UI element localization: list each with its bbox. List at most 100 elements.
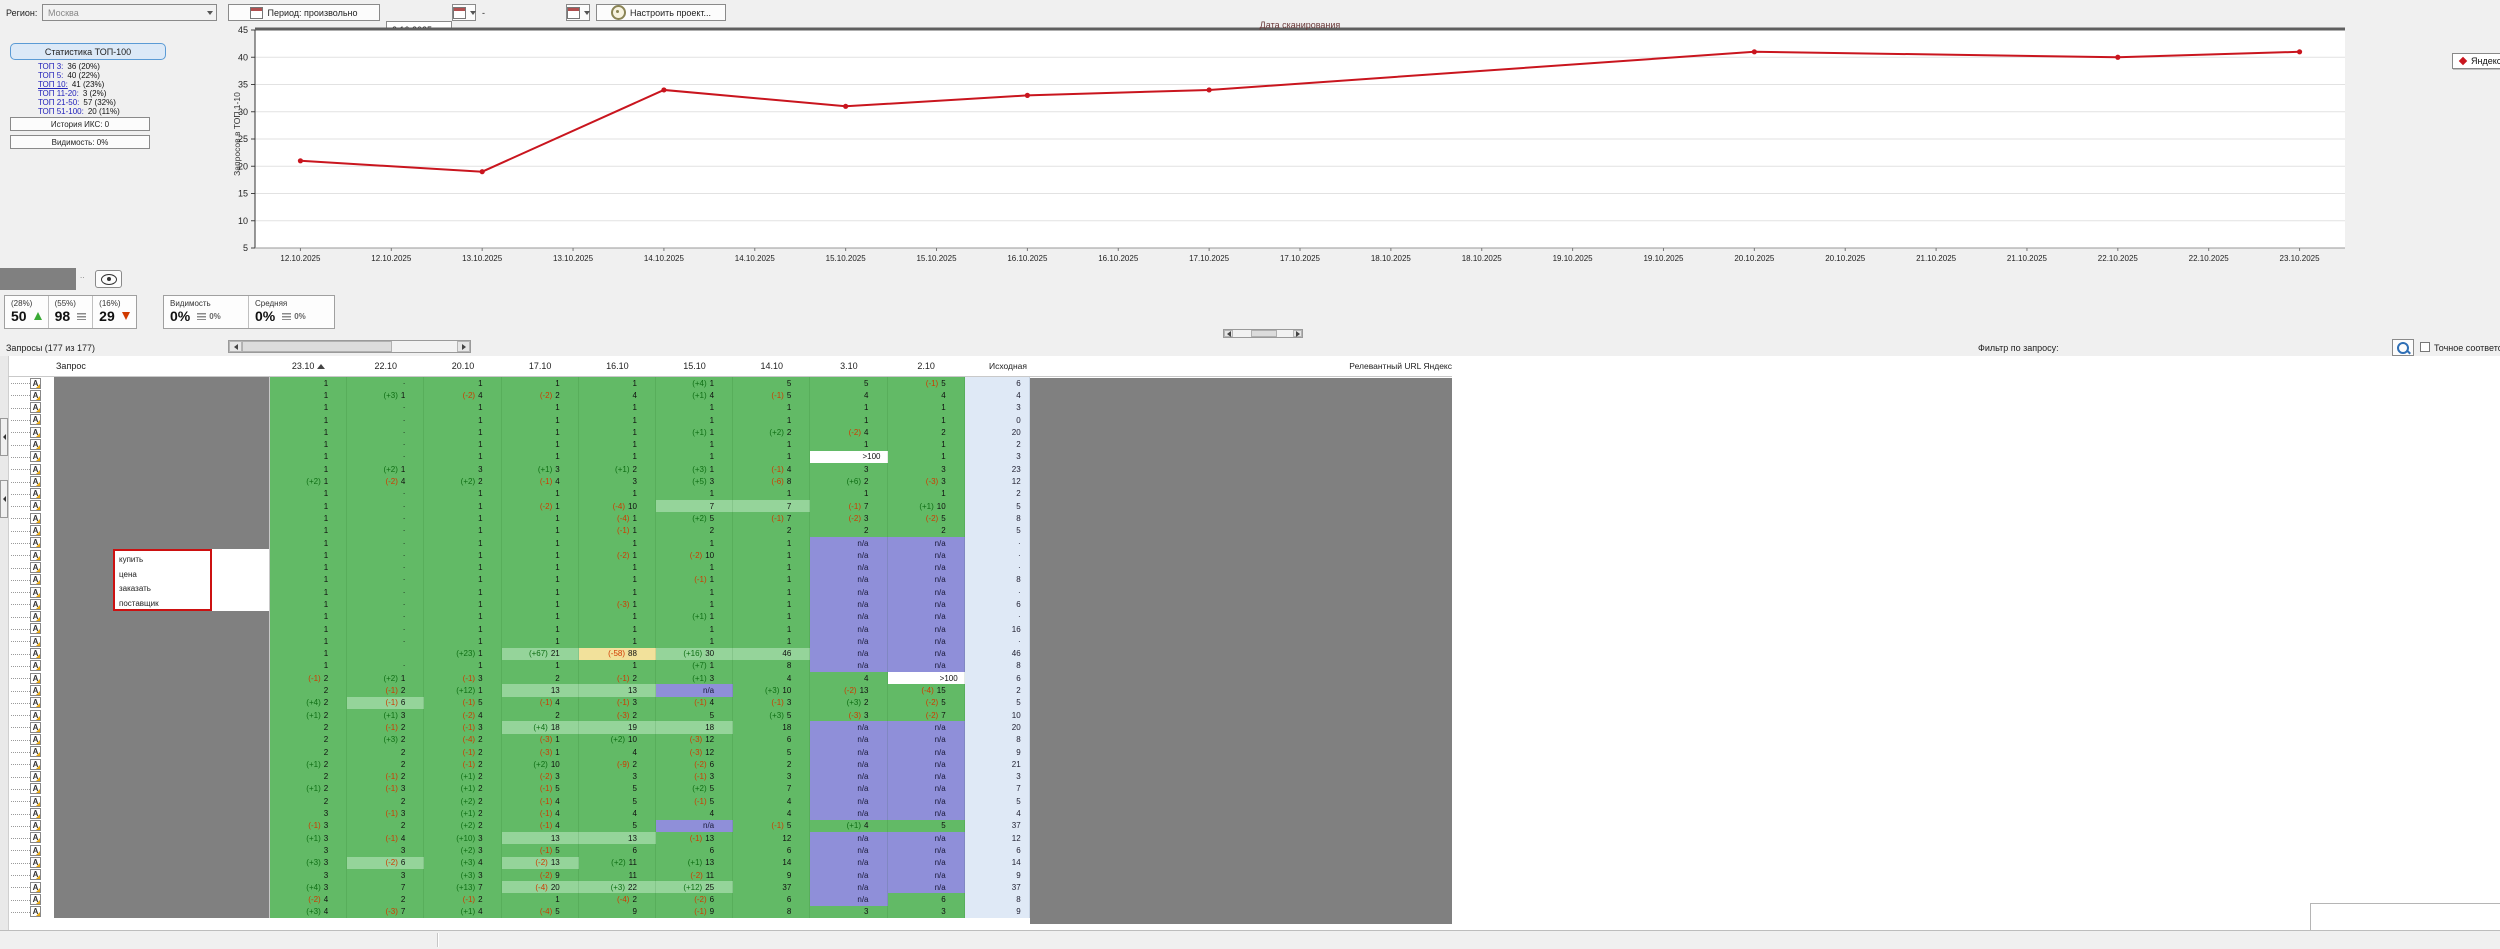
baseline-cell[interactable]: 12: [965, 475, 1030, 487]
position-cell[interactable]: 1: [579, 611, 656, 623]
position-cell[interactable]: (-1)3: [347, 807, 424, 819]
position-cell[interactable]: n/a: [888, 611, 965, 623]
position-cell[interactable]: (-1)4: [347, 832, 424, 844]
position-cell[interactable]: 1: [579, 414, 656, 426]
yandex-row-icon[interactable]: A: [30, 550, 41, 561]
query-cell-redacted[interactable]: [54, 869, 270, 881]
yandex-row-icon[interactable]: A: [30, 697, 41, 708]
baseline-cell[interactable]: 9: [965, 869, 1030, 881]
baseline-cell[interactable]: 12: [965, 832, 1030, 844]
position-cell[interactable]: 3: [424, 463, 501, 475]
position-cell[interactable]: 1: [424, 574, 501, 586]
position-cell[interactable]: (+3)10: [733, 684, 810, 696]
yandex-row-icon[interactable]: A: [30, 562, 41, 573]
position-cell[interactable]: (-3)7: [347, 906, 424, 918]
query-cell-redacted[interactable]: [54, 660, 270, 672]
baseline-cell[interactable]: 6: [965, 844, 1030, 856]
yandex-row-icon[interactable]: A: [30, 513, 41, 524]
position-cell[interactable]: (-1)4: [502, 475, 579, 487]
query-cell-redacted[interactable]: [54, 820, 270, 832]
query-cell-redacted[interactable]: [54, 684, 270, 696]
position-cell[interactable]: 5: [579, 795, 656, 807]
position-cell[interactable]: 2: [502, 672, 579, 684]
position-cell[interactable]: 1: [579, 635, 656, 647]
yandex-row-icon[interactable]: A: [30, 894, 41, 905]
position-cell[interactable]: 1: [424, 598, 501, 610]
position-cell[interactable]: 14: [733, 857, 810, 869]
query-cell-redacted[interactable]: [54, 672, 270, 684]
position-cell[interactable]: n/a: [888, 598, 965, 610]
position-cell[interactable]: 1: [656, 537, 733, 549]
position-cell[interactable]: (-1)5: [656, 795, 733, 807]
position-cell[interactable]: ·: [347, 451, 424, 463]
position-cell[interactable]: 1: [579, 537, 656, 549]
position-cell[interactable]: (-1)4: [502, 697, 579, 709]
iks-history-button[interactable]: История ИКС: 0: [10, 117, 150, 131]
baseline-cell[interactable]: 37: [965, 881, 1030, 893]
yandex-row-icon[interactable]: A: [30, 574, 41, 585]
baseline-cell[interactable]: 2: [965, 438, 1030, 450]
position-cell[interactable]: 1: [270, 648, 347, 660]
baseline-cell[interactable]: 20: [965, 426, 1030, 438]
date-to-picker-button[interactable]: [566, 4, 590, 21]
position-cell[interactable]: 3: [888, 906, 965, 918]
position-cell[interactable]: (-1)3: [579, 697, 656, 709]
position-cell[interactable]: 1: [502, 525, 579, 537]
position-cell[interactable]: (+1)2: [579, 463, 656, 475]
yandex-row-icon[interactable]: A: [30, 636, 41, 647]
position-cell[interactable]: ·: [347, 525, 424, 537]
position-cell[interactable]: (+3)1: [347, 389, 424, 401]
position-cell[interactable]: (+3)22: [579, 881, 656, 893]
position-cell[interactable]: 1: [733, 574, 810, 586]
position-cell[interactable]: 13: [579, 684, 656, 696]
position-cell[interactable]: 9: [579, 906, 656, 918]
position-cell[interactable]: 1: [579, 438, 656, 450]
position-cell[interactable]: (+7)1: [656, 660, 733, 672]
position-cell[interactable]: 1: [656, 623, 733, 635]
baseline-cell[interactable]: 21: [965, 758, 1030, 770]
position-cell[interactable]: 1: [733, 438, 810, 450]
position-cell[interactable]: n/a: [888, 561, 965, 573]
position-cell[interactable]: 4: [733, 672, 810, 684]
position-cell[interactable]: 1: [270, 574, 347, 586]
position-cell[interactable]: 1: [424, 500, 501, 512]
yandex-row-icon[interactable]: A: [30, 722, 41, 733]
position-cell[interactable]: n/a: [810, 857, 887, 869]
position-cell[interactable]: (-3)12: [656, 746, 733, 758]
query-cell-redacted[interactable]: [54, 832, 270, 844]
position-cell[interactable]: n/a: [810, 586, 887, 598]
configure-project-button[interactable]: Настроить проект...: [596, 4, 726, 21]
position-cell[interactable]: 1: [270, 402, 347, 414]
position-cell[interactable]: 1: [502, 512, 579, 524]
query-cell-redacted[interactable]: [54, 525, 270, 537]
position-cell[interactable]: 3: [270, 807, 347, 819]
position-cell[interactable]: n/a: [888, 844, 965, 856]
position-cell[interactable]: 1: [424, 414, 501, 426]
yandex-row-icon[interactable]: A: [30, 746, 41, 757]
position-cell[interactable]: 1: [579, 402, 656, 414]
position-cell[interactable]: 3: [347, 844, 424, 856]
position-cell[interactable]: (+2)1: [270, 475, 347, 487]
position-cell[interactable]: (+16)30: [656, 648, 733, 660]
position-cell[interactable]: 1: [502, 893, 579, 905]
position-cell[interactable]: 1: [502, 426, 579, 438]
position-cell[interactable]: (+2)5: [656, 783, 733, 795]
position-cell[interactable]: 1: [424, 426, 501, 438]
position-cell[interactable]: (+1)4: [810, 820, 887, 832]
position-cell[interactable]: (+1)3: [502, 463, 579, 475]
yandex-row-icon[interactable]: A: [30, 771, 41, 782]
query-cell-redacted[interactable]: [54, 623, 270, 635]
position-cell[interactable]: 2: [347, 746, 424, 758]
eye-toggle-button[interactable]: [95, 270, 122, 288]
query-column-header[interactable]: Запрос: [56, 361, 86, 371]
yandex-row-icon[interactable]: A: [30, 439, 41, 450]
position-cell[interactable]: (+2)2: [424, 795, 501, 807]
baseline-cell[interactable]: 10: [965, 709, 1030, 721]
query-cell-redacted[interactable]: [54, 438, 270, 450]
baseline-cell[interactable]: 4: [965, 807, 1030, 819]
table-horizontal-scrollbar[interactable]: [228, 340, 471, 353]
query-cell-redacted[interactable]: [54, 746, 270, 758]
position-cell[interactable]: (-1)4: [502, 795, 579, 807]
yandex-row-icon[interactable]: A: [30, 882, 41, 893]
position-cell[interactable]: 3: [270, 844, 347, 856]
